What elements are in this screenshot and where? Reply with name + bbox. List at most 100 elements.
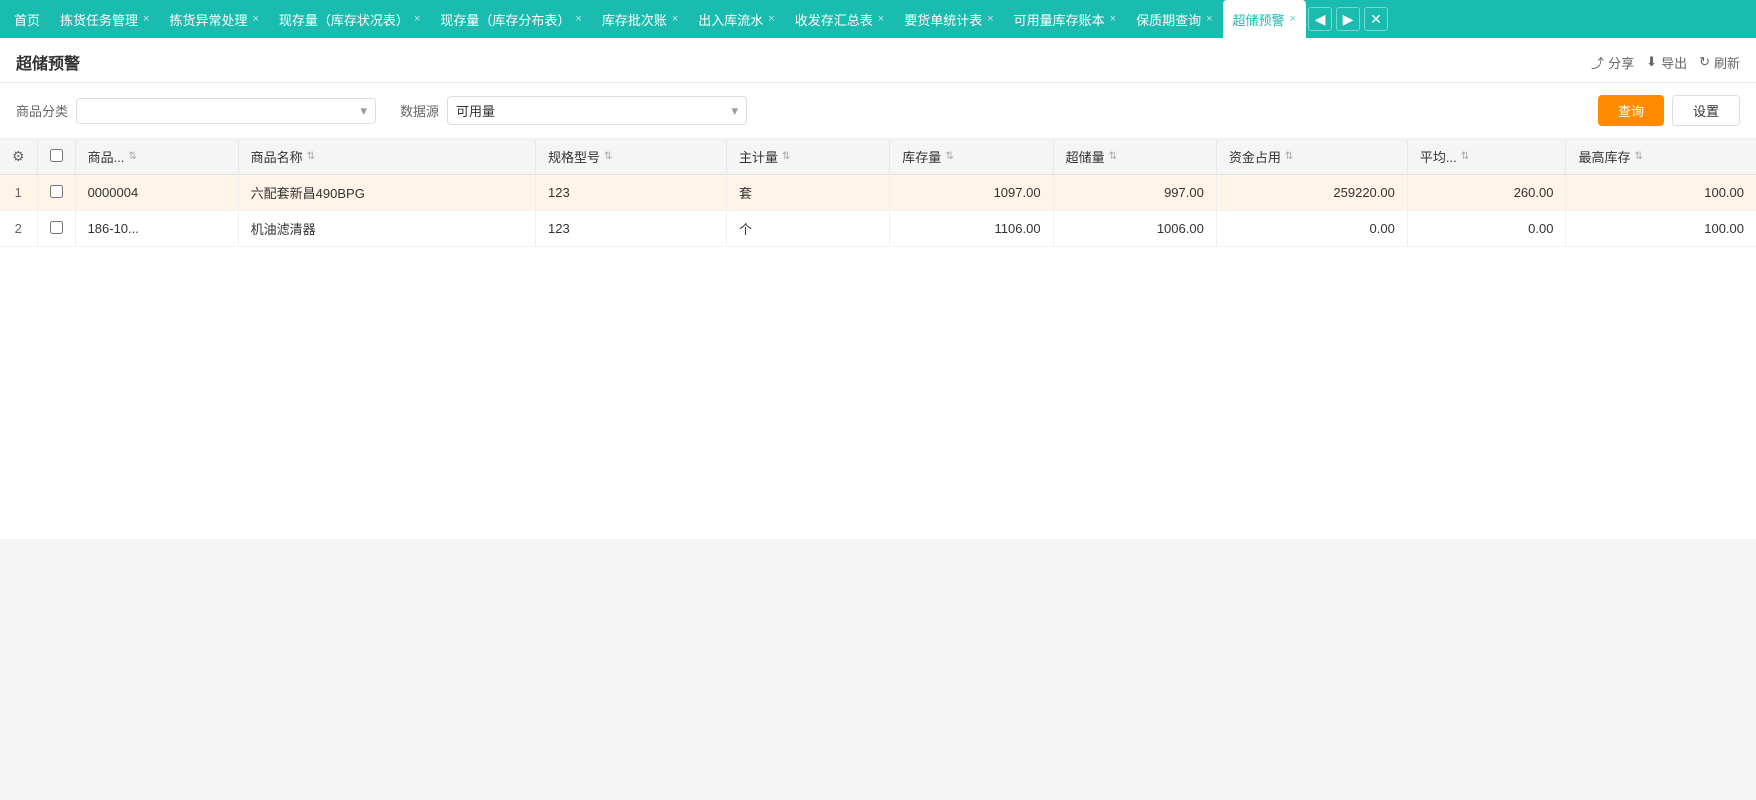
gear-icon[interactable]: ⚙	[12, 148, 25, 164]
th-product-code[interactable]: 商品... ⇅	[75, 139, 238, 175]
page-title: 超储预警	[16, 50, 80, 74]
capital-cell: 259220.00	[1216, 175, 1407, 211]
topbar-item-label: 保质期查询	[1136, 10, 1201, 29]
data-source-label: 数据源	[400, 101, 439, 120]
capital-cell: 0.00	[1216, 211, 1407, 247]
th-unit[interactable]: 主计量 ⇅	[727, 139, 890, 175]
row-num: 1	[0, 175, 37, 211]
topbar-item-label: 拣货任务管理	[60, 10, 138, 29]
close-icon[interactable]: ×	[768, 13, 774, 25]
refresh-icon: ↻	[1699, 54, 1710, 70]
topbar-prev-button[interactable]: ◀	[1308, 7, 1332, 31]
row-checkbox[interactable]	[50, 221, 63, 234]
sort-icon: ⇅	[307, 152, 315, 162]
filter-area: 商品分类 ▾ 数据源 可用量 ▾ 查询 设置	[0, 83, 1756, 139]
sort-icon: ⇅	[1634, 152, 1642, 162]
th-capital-label: 资金占用	[1229, 147, 1281, 166]
share-label: 分享	[1608, 53, 1634, 72]
th-avg[interactable]: 平均... ⇅	[1407, 139, 1566, 175]
row-num: 2	[0, 211, 37, 247]
close-icon[interactable]: ×	[143, 13, 149, 25]
sort-icon: ⇅	[945, 152, 953, 162]
close-icon[interactable]: ×	[414, 13, 420, 25]
table-body: 1 0000004 六配套新昌490BPG 123 套 1097.00 997.…	[0, 175, 1756, 247]
max-stock-cell: 100.00	[1566, 175, 1756, 211]
row-checkbox[interactable]	[50, 185, 63, 198]
refresh-button[interactable]: ↻ 刷新	[1699, 53, 1740, 72]
topbar-item-label: 可用量库存账本	[1014, 10, 1105, 29]
close-icon[interactable]: ×	[878, 13, 884, 25]
th-overstock[interactable]: 超储量 ⇅	[1053, 139, 1216, 175]
overstock-cell: 1006.00	[1053, 211, 1216, 247]
topbar-item-home[interactable]: 首页	[4, 0, 50, 38]
th-stock-label: 库存量	[902, 147, 941, 166]
content-area: ⚙ 商品... ⇅ 商品名称 ⇅	[0, 139, 1756, 539]
topbar-item-batch[interactable]: 库存批次账 ×	[592, 0, 688, 38]
th-avg-label: 平均...	[1420, 147, 1457, 166]
th-product-name-label: 商品名称	[251, 147, 303, 166]
topbar-item-task[interactable]: 拣货任务管理 ×	[50, 0, 159, 38]
close-icon[interactable]: ×	[1110, 13, 1116, 25]
sort-icon: ⇅	[604, 152, 612, 162]
page-header: 超储预警 ⤴ 分享 ⬇ 导出 ↻ 刷新	[0, 38, 1756, 83]
chevron-down-icon: ▾	[732, 103, 739, 119]
stock-cell: 1097.00	[890, 175, 1053, 211]
topbar-item-flow[interactable]: 出入库流水 ×	[688, 0, 784, 38]
export-button[interactable]: ⬇ 导出	[1646, 53, 1687, 72]
select-all-checkbox[interactable]	[50, 149, 63, 162]
close-icon[interactable]: ×	[252, 13, 258, 25]
table-container: ⚙ 商品... ⇅ 商品名称 ⇅	[0, 139, 1756, 247]
chevron-down-icon: ▾	[360, 103, 367, 119]
sort-icon: ⇅	[128, 152, 136, 162]
topbar-item-summary[interactable]: 收发存汇总表 ×	[785, 0, 894, 38]
close-icon[interactable]: ×	[1290, 13, 1296, 25]
product-code-cell: 186-10...	[75, 211, 238, 247]
th-product-name[interactable]: 商品名称 ⇅	[238, 139, 535, 175]
export-icon: ⬇	[1646, 54, 1657, 70]
topbar-item-exception[interactable]: 拣货异常处理 ×	[159, 0, 268, 38]
th-settings: ⚙	[0, 139, 37, 175]
product-code-cell: 0000004	[75, 175, 238, 211]
product-name-cell: 机油滤清器	[238, 211, 535, 247]
topbar-item-available[interactable]: 可用量库存账本 ×	[1004, 0, 1126, 38]
avg-cell: 0.00	[1407, 211, 1566, 247]
topbar-item-label: 拣货异常处理	[169, 10, 247, 29]
close-icon[interactable]: ×	[575, 13, 581, 25]
th-capital[interactable]: 资金占用 ⇅	[1216, 139, 1407, 175]
product-name-cell: 六配套新昌490BPG	[238, 175, 535, 211]
settings-button[interactable]: 设置	[1672, 95, 1740, 126]
query-button[interactable]: 查询	[1598, 95, 1664, 126]
refresh-label: 刷新	[1714, 53, 1740, 72]
product-category-label: 商品分类	[16, 101, 68, 120]
stock-cell: 1106.00	[890, 211, 1053, 247]
topbar-item-inventory-dist[interactable]: 现存量（库存分布表） ×	[430, 0, 591, 38]
product-category-select[interactable]: ▾	[76, 98, 376, 124]
table-row[interactable]: 2 186-10... 机油滤清器 123 个 1106.00 1006.00 …	[0, 211, 1756, 247]
data-source-select[interactable]: 可用量 ▾	[447, 96, 747, 125]
topbar-next-button[interactable]: ▶	[1336, 7, 1360, 31]
filter-actions: 查询 设置	[1598, 95, 1740, 126]
topbar-item-order-stats[interactable]: 要货单统计表 ×	[894, 0, 1003, 38]
th-stock[interactable]: 库存量 ⇅	[890, 139, 1053, 175]
topbar-item-label: 超储预警	[1233, 10, 1285, 29]
sort-icon: ⇅	[1461, 152, 1469, 162]
sort-icon: ⇅	[1109, 152, 1117, 162]
th-spec[interactable]: 规格型号 ⇅	[536, 139, 727, 175]
max-stock-cell: 100.00	[1566, 211, 1756, 247]
topbar-item-label: 要货单统计表	[904, 10, 982, 29]
close-icon[interactable]: ×	[1206, 13, 1212, 25]
th-max-stock[interactable]: 最高库存 ⇅	[1566, 139, 1756, 175]
topbar-close-button[interactable]: ✕	[1364, 7, 1388, 31]
close-icon[interactable]: ×	[987, 13, 993, 25]
topbar-item-expiry[interactable]: 保质期查询 ×	[1126, 0, 1222, 38]
topbar-item-inventory-status[interactable]: 现存量（库存状况表） ×	[269, 0, 430, 38]
close-icon[interactable]: ×	[672, 13, 678, 25]
share-button[interactable]: ⤴ 分享	[1591, 53, 1634, 72]
table-header-row: ⚙ 商品... ⇅ 商品名称 ⇅	[0, 139, 1756, 175]
data-source-value: 可用量	[456, 101, 495, 120]
topbar-item-overstock[interactable]: 超储预警 ×	[1223, 0, 1306, 38]
overstock-cell: 997.00	[1053, 175, 1216, 211]
sort-icon: ⇅	[782, 152, 790, 162]
sort-icon: ⇅	[1285, 152, 1293, 162]
table-row[interactable]: 1 0000004 六配套新昌490BPG 123 套 1097.00 997.…	[0, 175, 1756, 211]
